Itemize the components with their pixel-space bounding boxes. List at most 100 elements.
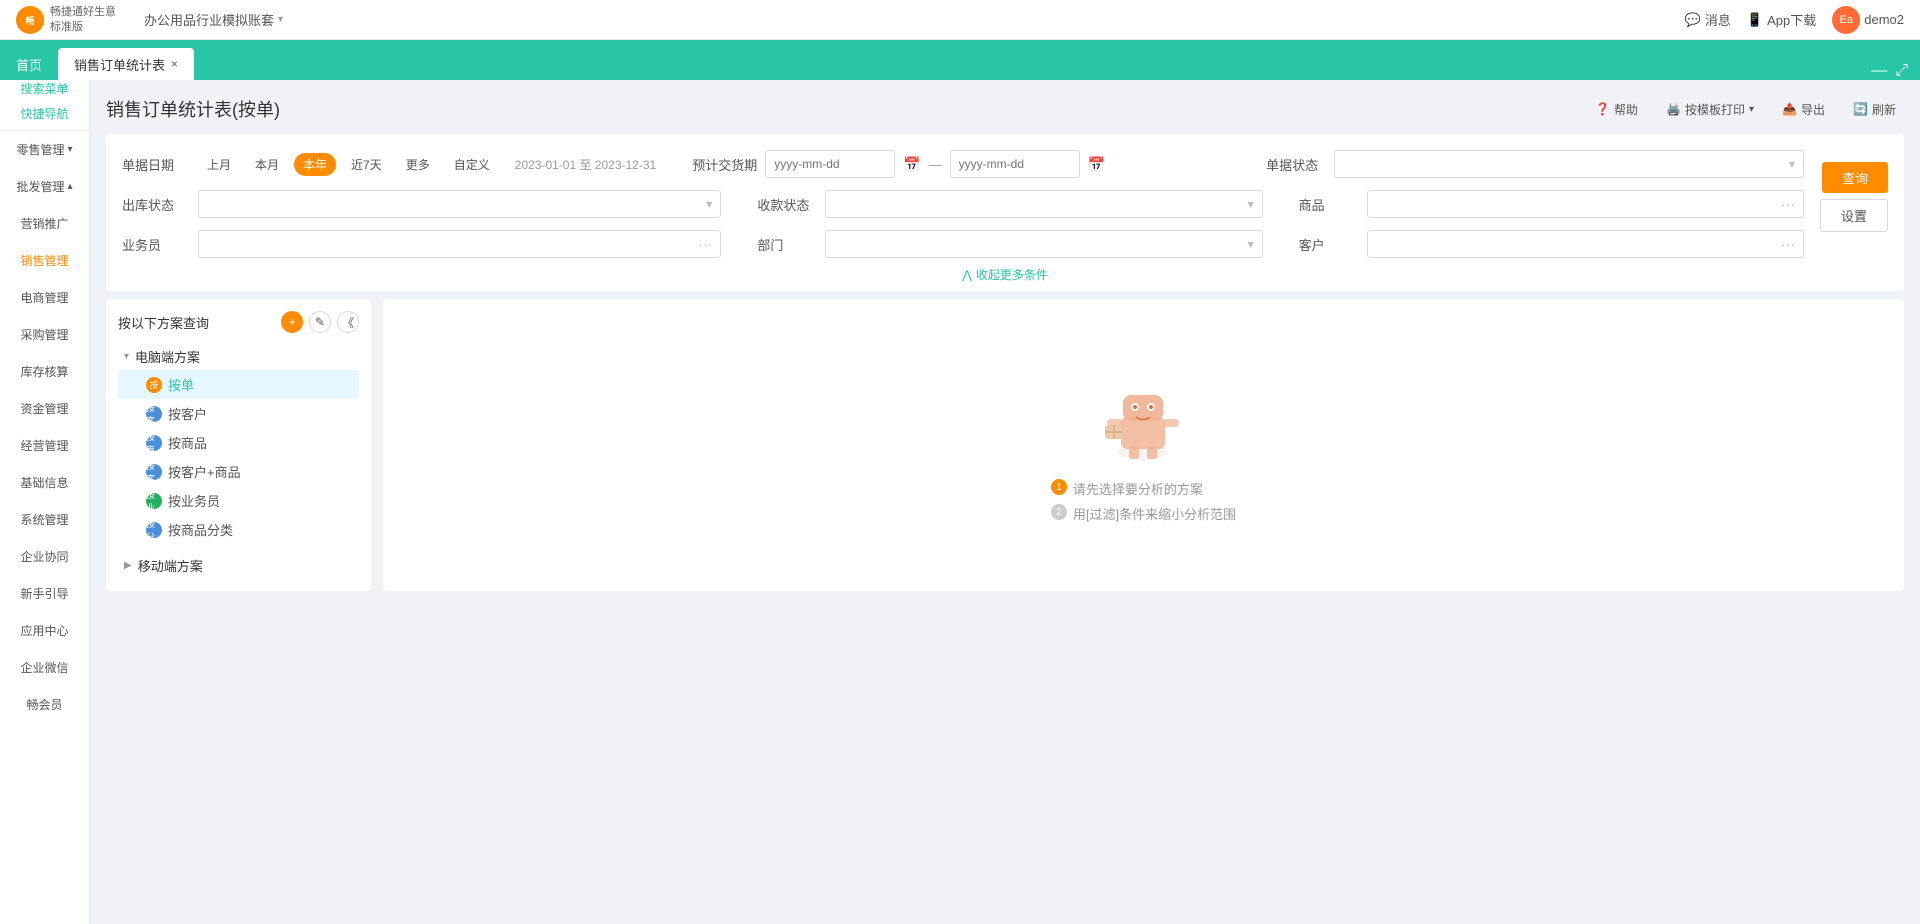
bill-status-select[interactable]: ▾	[1334, 150, 1804, 178]
help-button[interactable]: ❓ 帮助	[1587, 97, 1646, 122]
more-date-btn[interactable]: 更多	[397, 153, 439, 176]
add-scheme-button[interactable]: +	[281, 311, 303, 333]
product-more-icon[interactable]: ···	[1781, 196, 1795, 212]
sidebar-item-guide[interactable]: 新手引导	[0, 575, 89, 612]
scheme-label-by-customer-product: 按客户+商品	[168, 462, 241, 481]
department-select[interactable]: ▾	[825, 230, 1262, 258]
sidebar-item-purchase[interactable]: 采购管理	[0, 316, 89, 353]
empty-illustration	[1093, 367, 1193, 467]
scheme-item-by-order[interactable]: 按 按单	[118, 370, 359, 399]
sidebar-item-basic[interactable]: 基础信息	[0, 464, 89, 501]
scheme-item-by-salesperson[interactable]: 按业 按业务员	[118, 486, 359, 515]
export-button[interactable]: 📤 导出	[1774, 97, 1833, 122]
logo-area: 畅 畅捷通好生意 标准版	[16, 5, 116, 34]
salesperson-label: 业务员	[122, 235, 182, 254]
help-label: 帮助	[1614, 101, 1638, 118]
print-icon: 🖨️	[1666, 102, 1681, 116]
scheme-item-by-product[interactable]: 按商 按商品	[118, 428, 359, 457]
set-button[interactable]: 设置	[1820, 199, 1888, 232]
calendar-icon-end[interactable]: 📅	[1088, 156, 1105, 173]
sidebar-item-marketing[interactable]: 营销推广	[0, 205, 89, 242]
scheme-item-by-category[interactable]: 按分 按商品分类	[118, 515, 359, 544]
export-icon: 📤	[1782, 102, 1797, 116]
query-button[interactable]: 查询	[1822, 162, 1888, 193]
active-tab-label: 销售订单统计表	[74, 55, 165, 74]
sidebar-item-wholesale[interactable]: 批发管理 ▴	[0, 168, 89, 205]
sidebar-item-operations[interactable]: 经营管理	[0, 427, 89, 464]
sidebar-item-enterprise[interactable]: 企业协同	[0, 538, 89, 575]
filter-row-2: 出库状态 ▾ 收款状态 ▾	[122, 190, 1804, 218]
customer-more-icon[interactable]: ···	[1781, 236, 1795, 252]
pc-scheme-group-header[interactable]: ▾ 电脑端方案	[118, 343, 359, 370]
current-year-btn[interactable]: 本年	[294, 153, 336, 176]
last7days-btn[interactable]: 近7天	[342, 153, 391, 176]
expected-date-start-input[interactable]	[765, 150, 895, 178]
page-title: 销售订单统计表(按单)	[106, 96, 280, 122]
logo-line2: 标准版	[50, 20, 116, 34]
salesperson-more-icon[interactable]: ···	[698, 236, 712, 252]
sidebar-item-system-label: 系统管理	[20, 511, 68, 528]
scheme-icon-by-customer-product: 按客	[146, 464, 162, 480]
tab-actions: — ⤢	[1871, 62, 1920, 80]
sidebar-item-finance-label: 资金管理	[20, 400, 68, 417]
tab-close-icon[interactable]: ×	[171, 57, 178, 71]
customer-label: 客户	[1299, 235, 1359, 254]
scheme-item-by-customer-product[interactable]: 按客 按客户+商品	[118, 457, 359, 486]
scheme-icon-by-category: 按分	[146, 522, 162, 538]
date-label: 单据日期	[122, 155, 182, 174]
scheme-label-by-product: 按商品	[168, 433, 207, 452]
template-print-button[interactable]: 🖨️ 按模板打印 ▾	[1658, 97, 1762, 122]
empty-tips: 1 请先选择要分析的方案 2 用[过滤]条件来缩小分析范围	[1051, 479, 1236, 523]
sidebar-item-ecommerce[interactable]: 电商管理	[0, 279, 89, 316]
sidebar-item-member[interactable]: 畅会员	[0, 686, 89, 723]
calendar-icon-start[interactable]: 📅	[903, 156, 920, 173]
minimize-icon[interactable]: —	[1871, 62, 1887, 80]
edit-scheme-button[interactable]: ✎	[309, 311, 331, 333]
empty-state: 1 请先选择要分析的方案 2 用[过滤]条件来缩小分析范围	[1051, 367, 1236, 523]
refresh-button[interactable]: 🔄 刷新	[1845, 97, 1904, 122]
ship-status-label: 出库状态	[122, 195, 182, 214]
prev-month-btn[interactable]: 上月	[198, 153, 240, 176]
sidebar-item-finance[interactable]: 资金管理	[0, 390, 89, 427]
print-dropdown-icon: ▾	[1749, 104, 1754, 115]
page-header: 销售订单统计表(按单) ❓ 帮助 🖨️ 按模板打印 ▾ 📤 导出	[106, 96, 1904, 122]
filter-section: 单据日期 上月 本月 本年 近7天 更多 自定义 2023-01-01 至 20…	[106, 134, 1904, 291]
sidebar-quick-nav[interactable]: 快捷导航	[0, 97, 89, 131]
sidebar-search-button[interactable]: 搜索菜单	[0, 80, 89, 97]
app-download-button[interactable]: 📱 App下载	[1747, 10, 1816, 29]
custom-date-btn[interactable]: 自定义	[445, 153, 499, 176]
sidebar-item-sales[interactable]: 销售管理	[0, 242, 89, 279]
sidebar-item-retail[interactable]: 零售管理 ▾	[0, 131, 89, 168]
user-avatar: Ea	[1832, 6, 1860, 34]
sidebar-item-wechat[interactable]: 企业微信	[0, 649, 89, 686]
message-button[interactable]: 💬 消息	[1685, 10, 1731, 29]
scheme-label-by-category: 按商品分类	[168, 520, 233, 539]
user-menu[interactable]: Ea demo2	[1832, 6, 1904, 34]
sidebar-item-system[interactable]: 系统管理	[0, 501, 89, 538]
date-buttons-group: 上月 本月 本年 近7天 更多 自定义	[198, 153, 499, 176]
payment-status-select[interactable]: ▾	[825, 190, 1262, 218]
home-tab[interactable]: 首页	[0, 48, 58, 80]
logo-line1: 畅捷通好生意	[50, 5, 116, 19]
scheme-tree: ▾ 电脑端方案 按 按单 按客 按客户	[118, 343, 359, 579]
sidebar-item-inventory[interactable]: 库存核算	[0, 353, 89, 390]
svg-text:畅: 畅	[25, 15, 34, 26]
refresh-label: 刷新	[1872, 101, 1896, 118]
expected-date-end-input[interactable]	[950, 150, 1080, 178]
scheme-panel-header: 按以下方案查询 + ✎ 《	[118, 311, 359, 333]
mobile-scheme-group-header[interactable]: ▶ 移动端方案	[118, 552, 359, 579]
active-tab[interactable]: 销售订单统计表 ×	[58, 48, 194, 80]
collapse-bar[interactable]: ⋀ 收起更多条件	[122, 258, 1888, 291]
maximize-icon[interactable]: ⤢	[1895, 62, 1908, 80]
bill-status-label: 单据状态	[1266, 155, 1326, 174]
sidebar-item-appcenter[interactable]: 应用中心	[0, 612, 89, 649]
this-month-btn[interactable]: 本月	[246, 153, 288, 176]
scheme-item-by-customer[interactable]: 按客 按客户	[118, 399, 359, 428]
sidebar-item-appcenter-label: 应用中心	[20, 622, 68, 639]
sidebar-item-guide-label: 新手引导	[20, 585, 68, 602]
pc-scheme-group: ▾ 电脑端方案 按 按单 按客 按客户	[118, 343, 359, 544]
ship-status-select[interactable]: ▾	[198, 190, 721, 218]
mobile-scheme-group: ▶ 移动端方案	[118, 552, 359, 579]
company-selector[interactable]: 办公用品行业模拟账套 ▾	[144, 10, 283, 29]
collapse-scheme-button[interactable]: 《	[337, 311, 359, 333]
